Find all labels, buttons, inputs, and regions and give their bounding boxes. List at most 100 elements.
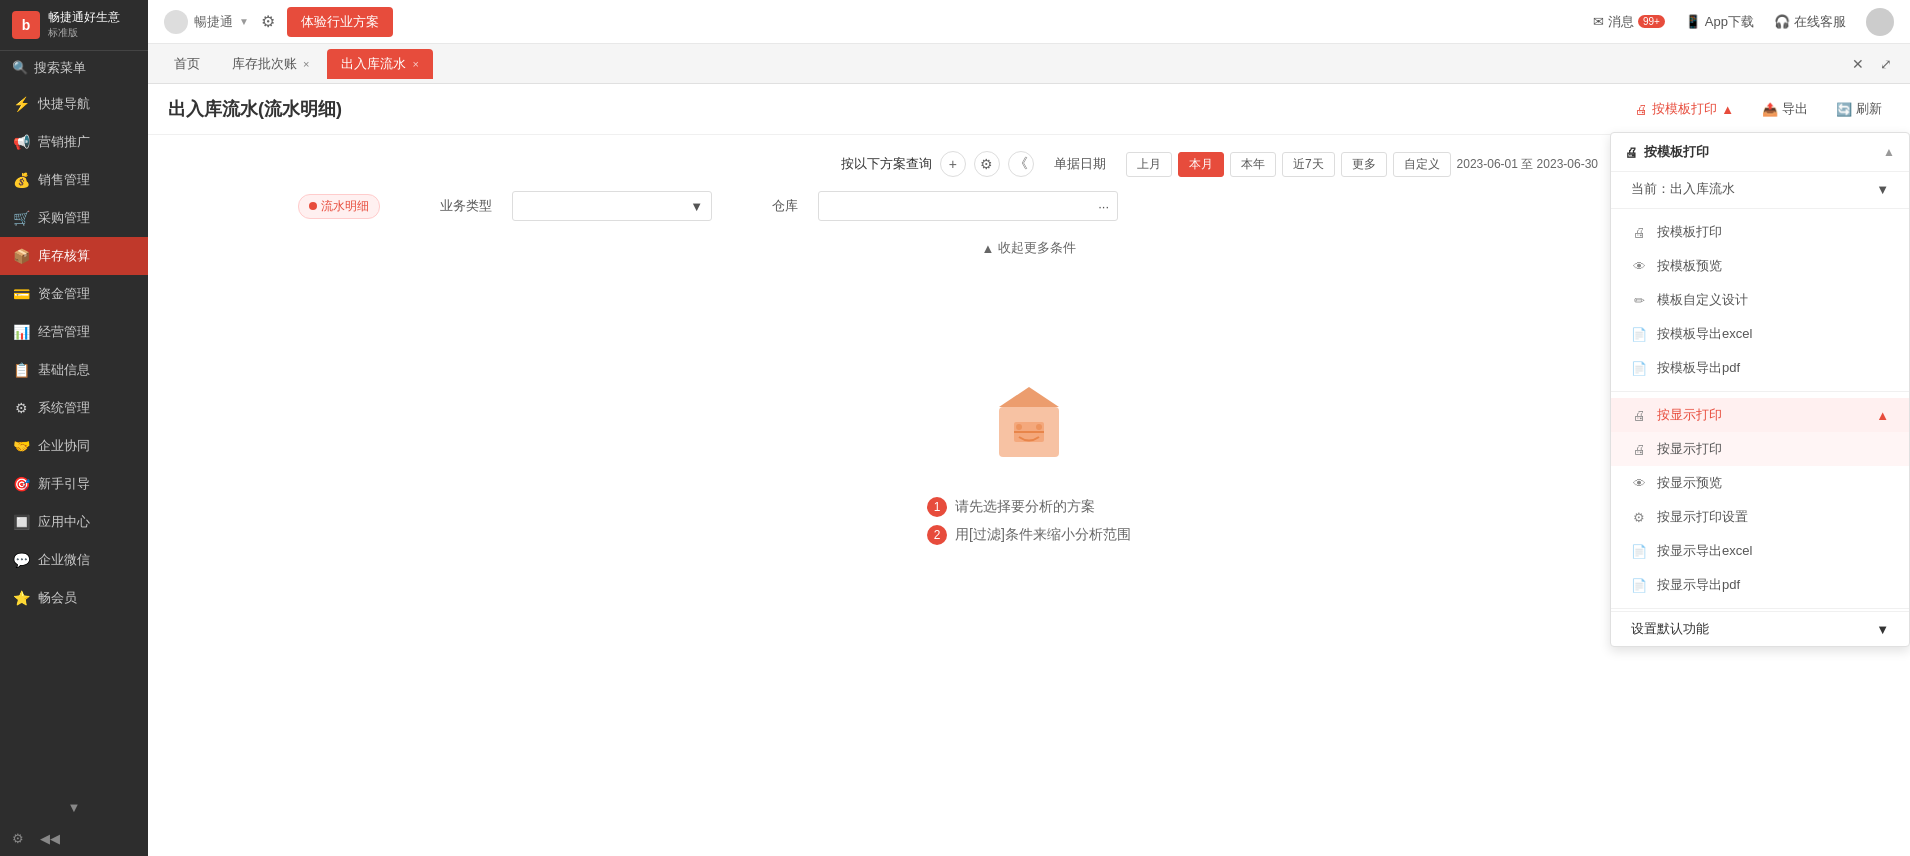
dropdown-section-2-title: 按显示打印 — [1657, 406, 1722, 424]
filter-tools: 按以下方案查询 + ⚙ 《 — [841, 151, 1034, 177]
user-avatar[interactable] — [1866, 8, 1894, 36]
dropdown-item-display-pdf[interactable]: 📄 按显示导出pdf — [1611, 568, 1909, 602]
dropdown-item-label: 按显示导出pdf — [1657, 576, 1740, 594]
filter-label-prefix: 按以下方案查询 — [841, 155, 932, 173]
dropdown-item-display-print[interactable]: 🖨 按显示打印 — [1611, 432, 1909, 466]
app-download-action[interactable]: 📱 App下载 — [1685, 13, 1754, 31]
sidebar-item-guide[interactable]: 🎯 新手引导 — [0, 465, 148, 503]
dropdown-item-display-print-settings[interactable]: ⚙ 按显示打印设置 — [1611, 500, 1909, 534]
sidebar-item-operations[interactable]: 📊 经营管理 — [0, 313, 148, 351]
tab-batch-account-close[interactable]: × — [303, 58, 309, 70]
filter-warehouse-select[interactable]: ··· — [818, 191, 1118, 221]
dropdown-item-label: 按模板导出excel — [1657, 325, 1752, 343]
export-btn[interactable]: 📤 导出 — [1754, 96, 1816, 122]
sidebar-item-inventory[interactable]: 📦 库存核算 — [0, 237, 148, 275]
filter-date-last-7-days[interactable]: 近7天 — [1282, 152, 1335, 177]
filter-settings-btn[interactable]: ⚙ — [974, 151, 1000, 177]
tabs-bar-right: ✕ ⤢ — [1846, 52, 1898, 76]
sidebar-item-app-center[interactable]: 🔲 应用中心 — [0, 503, 148, 541]
filter-biz-type-select[interactable]: ▼ — [512, 191, 712, 221]
topbar-right: ✉ 消息 99+ 📱 App下载 🎧 在线客服 — [1593, 8, 1894, 36]
operations-icon: 📊 — [12, 323, 30, 341]
chevron-up-icon: ▲ — [982, 241, 995, 256]
sidebar-item-label: 基础信息 — [38, 361, 90, 379]
dropdown-footer-label: 设置默认功能 — [1631, 620, 1709, 638]
filter-date-range: 2023-06-01 至 2023-06-30 — [1457, 156, 1598, 173]
message-icon: ✉ — [1593, 14, 1604, 29]
tabs-bar: 首页 库存批次账 × 出入库流水 × ✕ ⤢ — [148, 44, 1910, 84]
sidebar-item-label: 畅会员 — [38, 589, 77, 607]
tab-batch-account[interactable]: 库存批次账 × — [218, 49, 323, 79]
topbar-gear-icon[interactable]: ⚙ — [261, 12, 275, 31]
topbar-user[interactable]: 暢捷通 ▼ — [164, 10, 249, 34]
avatar — [164, 10, 188, 34]
dropdown-item-label: 按显示预览 — [1657, 474, 1722, 492]
dropdown-item-label: 模板自定义设计 — [1657, 291, 1748, 309]
logo-icon: b — [12, 11, 40, 39]
filter-date-this-month[interactable]: 本月 — [1178, 152, 1224, 177]
sidebar-item-wechat[interactable]: 💬 企业微信 — [0, 541, 148, 579]
sidebar-nav: ⚡ 快捷导航 📢 营销推广 💰 销售管理 🛒 采购管理 📦 库存核算 💳 — [0, 85, 148, 794]
sidebar-item-quick-nav[interactable]: ⚡ 快捷导航 — [0, 85, 148, 123]
filter-collapse-btn[interactable]: 《 — [1008, 151, 1034, 177]
svg-marker-1 — [999, 387, 1059, 407]
tabs-close-all-btn[interactable]: ✕ — [1846, 52, 1870, 76]
dropdown-item-display-excel[interactable]: 📄 按显示导出excel — [1611, 534, 1909, 568]
guide-icon: 🎯 — [12, 475, 30, 493]
dropdown-footer[interactable]: 设置默认功能 ▼ — [1611, 611, 1909, 646]
sidebar-scroll-down[interactable]: ▼ — [0, 794, 148, 821]
sidebar-item-finance[interactable]: 💳 资金管理 — [0, 275, 148, 313]
watermark-tag: 流水明细 — [298, 194, 380, 219]
user-dropdown-icon[interactable]: ▼ — [239, 16, 249, 27]
sidebar-item-membership[interactable]: ⭐ 畅会员 — [0, 579, 148, 617]
page-actions: 🖨 按模板打印 ▲ 📤 导出 🔄 刷新 — [1627, 96, 1890, 122]
dropdown-collapse-icon[interactable]: ▲ — [1883, 145, 1895, 159]
sidebar-item-label: 快捷导航 — [38, 95, 90, 113]
sidebar-item-label: 应用中心 — [38, 513, 90, 531]
filter-date-this-year[interactable]: 本年 — [1230, 152, 1276, 177]
dropdown-item-template-pdf[interactable]: 📄 按模板导出pdf — [1611, 351, 1909, 385]
online-service-action[interactable]: 🎧 在线客服 — [1774, 13, 1846, 31]
sidebar-item-sales[interactable]: 💰 销售管理 — [0, 161, 148, 199]
dropdown-item-template-custom[interactable]: ✏ 模板自定义设计 — [1611, 283, 1909, 317]
membership-icon: ⭐ — [12, 589, 30, 607]
print-template-label: 按模板打印 — [1652, 100, 1717, 118]
online-service-label: 在线客服 — [1794, 13, 1846, 31]
sidebar-item-system[interactable]: ⚙ 系统管理 — [0, 389, 148, 427]
watermark-tag-dot — [309, 202, 317, 210]
filter-date-more[interactable]: 更多 — [1341, 152, 1387, 177]
headset-icon: 🎧 — [1774, 14, 1790, 29]
print-template-btn[interactable]: 🖨 按模板打印 ▲ — [1627, 96, 1742, 122]
tabs-expand-btn[interactable]: ⤢ — [1874, 52, 1898, 76]
dropdown-item-template-excel[interactable]: 📄 按模板导出excel — [1611, 317, 1909, 351]
tab-flow[interactable]: 出入库流水 × — [327, 49, 432, 79]
sidebar-collapse-btn[interactable]: ◀◀ — [40, 831, 60, 846]
cooperation-icon: 🤝 — [12, 437, 30, 455]
tab-home[interactable]: 首页 — [160, 49, 214, 79]
dropdown-item-display-preview[interactable]: 👁 按显示预览 — [1611, 466, 1909, 500]
tab-flow-close[interactable]: × — [412, 58, 418, 70]
display-print-group-icon: 🖨 — [1631, 407, 1647, 423]
sidebar-item-marketing[interactable]: 📢 营销推广 — [0, 123, 148, 161]
sidebar-item-label: 新手引导 — [38, 475, 90, 493]
dropdown-item-template-print[interactable]: 🖨 按模板打印 — [1611, 215, 1909, 249]
dropdown-section-2-header[interactable]: 🖨 按显示打印 ▲ — [1611, 398, 1909, 432]
message-action[interactable]: ✉ 消息 99+ — [1593, 13, 1665, 31]
plus-icon: + — [949, 156, 957, 172]
sidebar-settings-icon[interactable]: ⚙ — [12, 831, 24, 846]
sidebar-item-label: 销售管理 — [38, 171, 90, 189]
sidebar-item-cooperation[interactable]: 🤝 企业协同 — [0, 427, 148, 465]
filter-date-custom[interactable]: 自定义 — [1393, 152, 1451, 177]
refresh-btn[interactable]: 🔄 刷新 — [1828, 96, 1890, 122]
filter-date-last-month[interactable]: 上月 — [1126, 152, 1172, 177]
filter-add-btn[interactable]: + — [940, 151, 966, 177]
sidebar-item-purchase[interactable]: 🛒 采购管理 — [0, 199, 148, 237]
sidebar-search[interactable]: 🔍 搜索菜单 — [0, 51, 148, 85]
tab-home-label: 首页 — [174, 55, 200, 73]
sidebar-item-basic-info[interactable]: 📋 基础信息 — [0, 351, 148, 389]
dropdown-item-template-preview[interactable]: 👁 按模板预览 — [1611, 249, 1909, 283]
dropdown-divider-2 — [1611, 391, 1909, 392]
sidebar-item-label: 经营管理 — [38, 323, 90, 341]
industry-btn[interactable]: 体验行业方案 — [287, 7, 393, 37]
sidebar-item-label: 营销推广 — [38, 133, 90, 151]
